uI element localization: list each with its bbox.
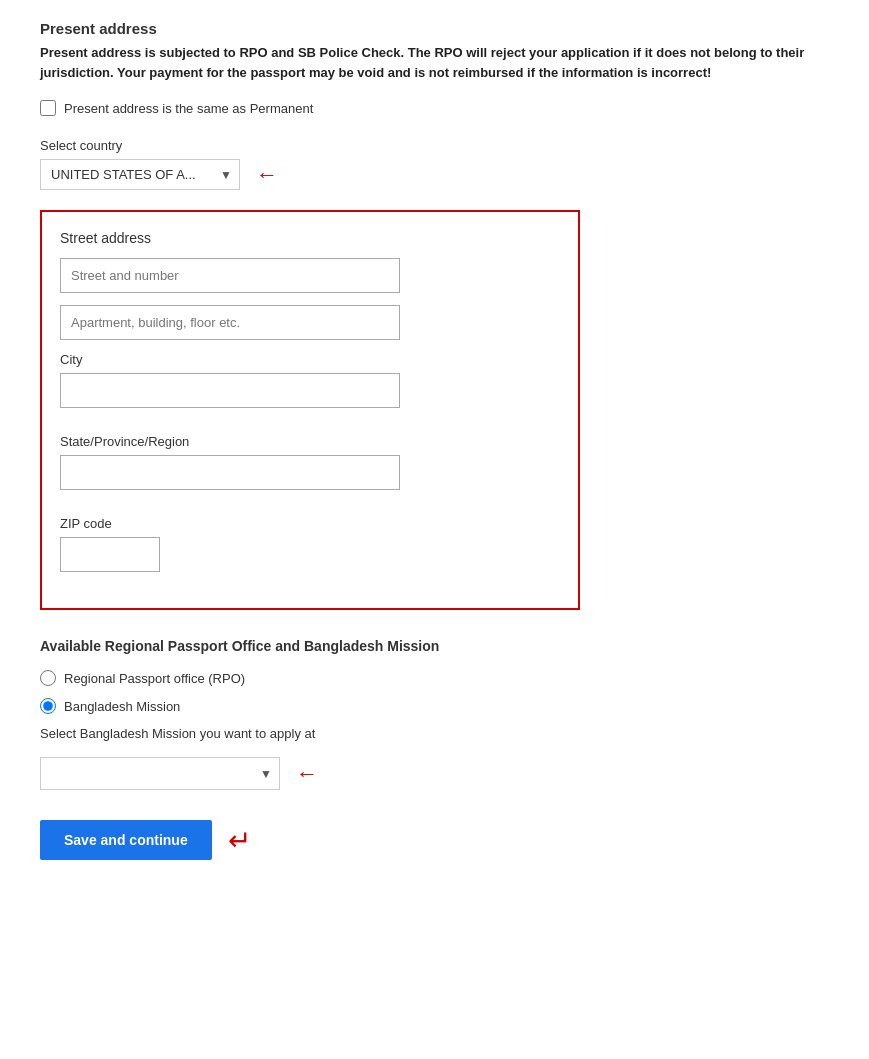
country-select[interactable]: UNITED STATES OF A... (40, 159, 240, 190)
present-address-title: Present address (40, 20, 829, 37)
bangladesh-mission-select[interactable] (40, 757, 280, 790)
rpo-title: Available Regional Passport Office and B… (40, 638, 829, 654)
rpo-radio[interactable] (40, 670, 56, 686)
street-address-title: Street address (60, 230, 558, 246)
street-address-box: Street address City State/Province/Regio… (40, 210, 580, 610)
mission-arrow-indicator: ← (296, 761, 318, 787)
city-input[interactable] (60, 373, 400, 408)
apartment-input[interactable] (60, 305, 400, 340)
zip-label: ZIP code (60, 516, 558, 531)
rpo-section: Available Regional Passport Office and B… (40, 638, 829, 790)
zip-input[interactable] (60, 537, 160, 572)
state-input[interactable] (60, 455, 400, 490)
rpo-radio-label: Regional Passport office (RPO) (64, 671, 245, 686)
mission-select-label: Select Bangladesh Mission you want to ap… (40, 726, 829, 741)
same-as-permanent-checkbox[interactable] (40, 100, 56, 116)
city-label: City (60, 352, 558, 367)
save-arrow-indicator: ↵ (228, 824, 251, 857)
save-button-row: Save and continue ↵ (40, 820, 829, 860)
same-as-permanent-label: Present address is the same as Permanent (64, 101, 313, 116)
save-continue-button[interactable]: Save and continue (40, 820, 212, 860)
select-country-label: Select country (40, 138, 829, 153)
street-number-input[interactable] (60, 258, 400, 293)
warning-text: Present address is subjected to RPO and … (40, 43, 829, 82)
bangladesh-mission-label: Bangladesh Mission (64, 699, 180, 714)
state-label: State/Province/Region (60, 434, 558, 449)
country-arrow-indicator: ← (256, 162, 278, 188)
bangladesh-mission-radio[interactable] (40, 698, 56, 714)
